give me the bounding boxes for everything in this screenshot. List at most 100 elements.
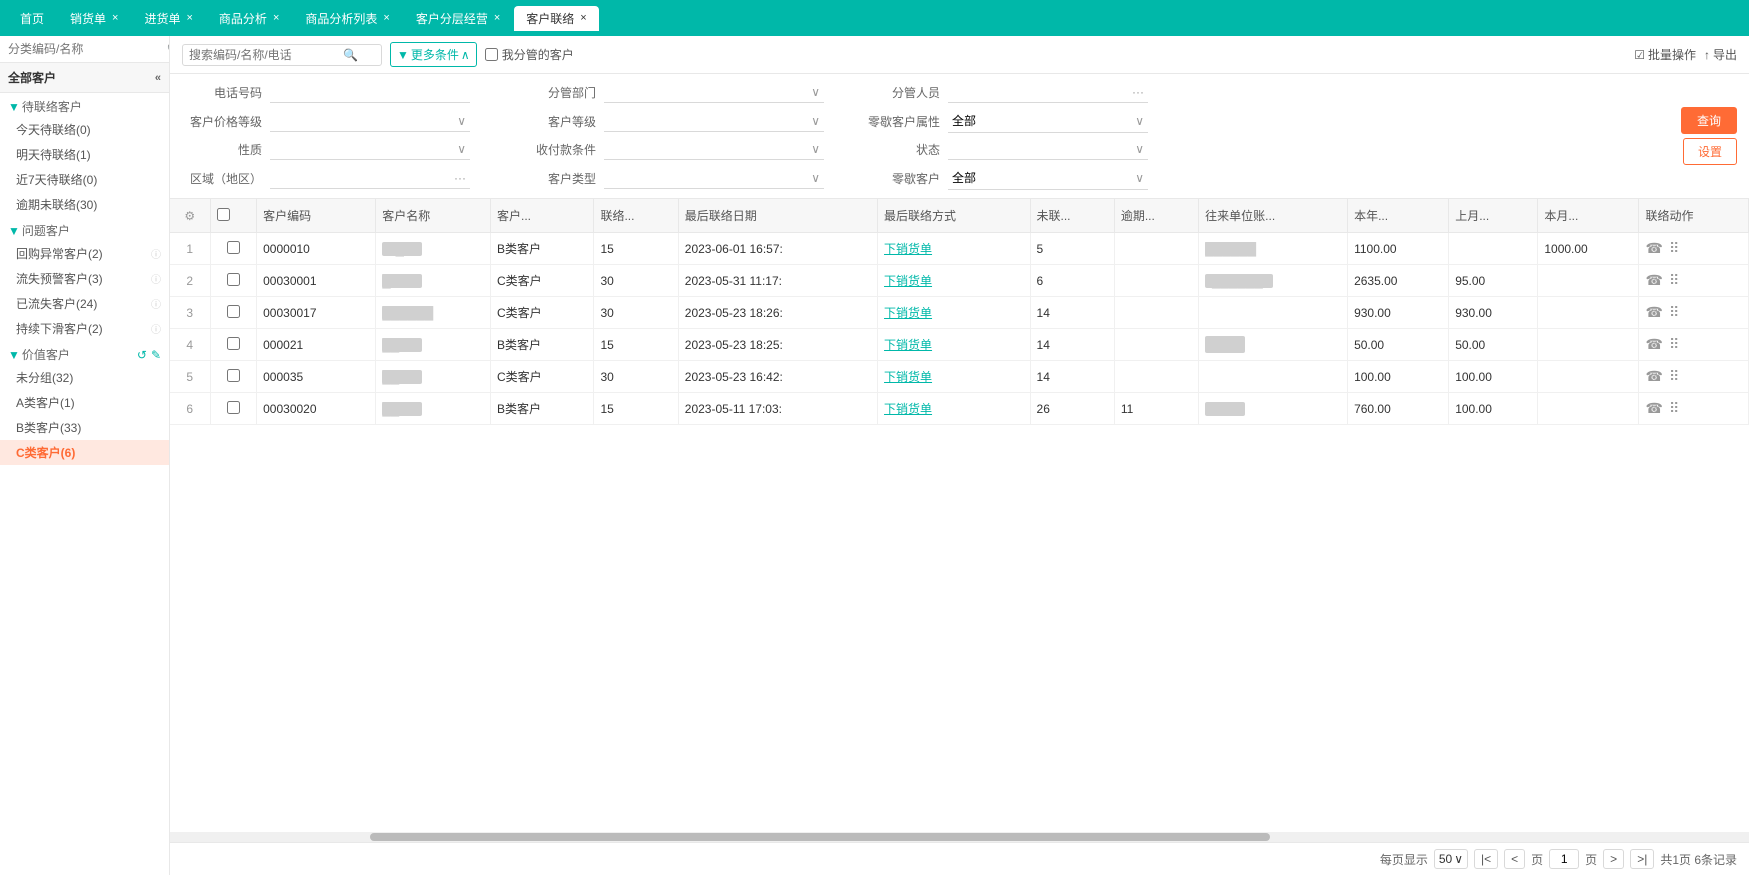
page-number-input[interactable]: [1549, 849, 1579, 869]
phone-icon[interactable]: ☎: [1645, 240, 1662, 257]
row-select-checkbox[interactable]: [227, 337, 240, 350]
sidebar-item-repurchase-abnormal[interactable]: 回购异常客户(2) ⓘ: [0, 241, 169, 266]
nav-purchase-order[interactable]: 进货单 ×: [132, 6, 204, 31]
row-last-contact-method[interactable]: 下销货单: [878, 233, 1030, 265]
row-select-checkbox[interactable]: [227, 273, 240, 286]
phone-icon[interactable]: ☎: [1645, 336, 1662, 353]
row-contact-action[interactable]: ☎ ⠿: [1639, 265, 1749, 297]
prev-page-btn[interactable]: <: [1504, 849, 1525, 869]
grid-icon[interactable]: ⠿: [1669, 240, 1679, 257]
row-checkbox[interactable]: [210, 297, 257, 329]
sidebar-item-ungrouped[interactable]: 未分组(32): [0, 365, 169, 390]
row-checkbox[interactable]: [210, 233, 257, 265]
row-last-contact-method[interactable]: 下销货单: [878, 393, 1030, 425]
row-checkbox[interactable]: [210, 361, 257, 393]
query-button[interactable]: 查询: [1681, 107, 1737, 134]
close-icon[interactable]: ×: [494, 12, 500, 24]
filter-price-level-select[interactable]: ∨: [270, 111, 470, 132]
horizontal-scrollbar[interactable]: [170, 832, 1749, 842]
nav-customer-contact[interactable]: 客户联络 ×: [514, 6, 598, 31]
row-checkbox[interactable]: [210, 265, 257, 297]
sidebar-item-churned[interactable]: 已流失客户(24) ⓘ: [0, 291, 169, 316]
row-contact-action[interactable]: ☎ ⠿: [1639, 329, 1749, 361]
grid-icon[interactable]: ⠿: [1669, 336, 1679, 353]
search-icon[interactable]: 🔍: [343, 48, 358, 62]
edit-icon[interactable]: ✎: [151, 348, 161, 362]
row-current-year: 2635.00: [1348, 265, 1449, 297]
filter-retail-select[interactable]: 全部 ∨: [948, 166, 1148, 190]
phone-icon[interactable]: ☎: [1645, 400, 1662, 417]
sidebar-item-tomorrow-contact[interactable]: 明天待联络(1): [0, 142, 169, 167]
filter-region-select[interactable]: ···: [270, 168, 470, 189]
filter-retail-attr-select[interactable]: 全部 ∨: [948, 109, 1148, 133]
row-last-contact-method[interactable]: 下销货单: [878, 265, 1030, 297]
nav-product-analysis[interactable]: 商品分析 ×: [207, 6, 291, 31]
sidebar-item-c-class[interactable]: C类客户(6): [0, 440, 169, 465]
batch-ops-btn[interactable]: ☑ 批量操作: [1634, 46, 1696, 63]
close-icon[interactable]: ×: [580, 12, 586, 24]
close-icon[interactable]: ×: [112, 12, 118, 24]
per-page-select[interactable]: 50 ∨: [1434, 849, 1468, 869]
phone-icon[interactable]: ☎: [1645, 272, 1662, 289]
table-row: 2 00030001 █ C类客户 30 2023-05-31 11:17: 下…: [170, 265, 1749, 297]
filter-payment-select[interactable]: ∨: [604, 139, 824, 160]
search-input[interactable]: [189, 48, 339, 62]
close-icon[interactable]: ×: [383, 12, 389, 24]
row-contact-action[interactable]: ☎ ⠿: [1639, 233, 1749, 265]
row-last-contact-method[interactable]: 下销货单: [878, 297, 1030, 329]
row-select-checkbox[interactable]: [227, 305, 240, 318]
sidebar-search-input[interactable]: [8, 42, 163, 56]
phone-icon[interactable]: ☎: [1645, 368, 1662, 385]
sidebar-item-b-class[interactable]: B类客户(33): [0, 415, 169, 440]
gear-settings-th[interactable]: ⚙: [170, 199, 210, 233]
more-conditions-btn[interactable]: ▼ 更多条件 ∧: [390, 42, 477, 67]
my-customers-checkbox[interactable]: [485, 48, 498, 61]
grid-icon[interactable]: ⠿: [1669, 304, 1679, 321]
phone-icon[interactable]: ☎: [1645, 304, 1662, 321]
row-current-year: 930.00: [1348, 297, 1449, 329]
set-button[interactable]: 设置: [1683, 138, 1737, 165]
filter-status-select[interactable]: ∨: [948, 139, 1148, 160]
row-contact-action[interactable]: ☎ ⠿: [1639, 361, 1749, 393]
last-page-btn[interactable]: >|: [1630, 849, 1654, 869]
row-contact-action[interactable]: ☎ ⠿: [1639, 297, 1749, 329]
filter-phone-input[interactable]: [270, 82, 470, 103]
sidebar-item-today-contact[interactable]: 今天待联络(0): [0, 117, 169, 142]
my-customers-checkbox-label[interactable]: 我分管的客户: [485, 46, 574, 63]
row-last-contact-method[interactable]: 下销货单: [878, 361, 1030, 393]
close-icon[interactable]: ×: [186, 12, 192, 24]
sidebar-item-overdue-contact[interactable]: 逾期未联络(30): [0, 192, 169, 217]
select-all-checkbox[interactable]: [217, 208, 230, 221]
first-page-btn[interactable]: |<: [1474, 849, 1498, 869]
nav-product-analysis-list[interactable]: 商品分析列表 ×: [293, 6, 401, 31]
row-select-checkbox[interactable]: [227, 241, 240, 254]
filter-manager-select[interactable]: ···: [948, 82, 1148, 103]
close-icon[interactable]: ×: [273, 12, 279, 24]
refresh-icon[interactable]: ↺: [137, 348, 147, 362]
row-contact-action[interactable]: ☎ ⠿: [1639, 393, 1749, 425]
row-checkbox[interactable]: [210, 393, 257, 425]
sidebar-item-churn-warning[interactable]: 流失预警客户(3) ⓘ: [0, 266, 169, 291]
filter-nature-select[interactable]: ∨: [270, 139, 470, 160]
filter-dept-select[interactable]: ∨: [604, 82, 824, 103]
grid-icon[interactable]: ⠿: [1669, 272, 1679, 289]
filter-cust-level-select[interactable]: ∨: [604, 111, 824, 132]
filter-cust-type-select[interactable]: ∨: [604, 168, 824, 189]
row-select-checkbox[interactable]: [227, 401, 240, 414]
grid-icon[interactable]: ⠿: [1669, 400, 1679, 417]
scrollbar-thumb[interactable]: [370, 833, 1270, 841]
row-last-contact-method[interactable]: 下销货单: [878, 329, 1030, 361]
export-btn[interactable]: ↑ 导出: [1704, 46, 1737, 63]
nav-home[interactable]: 首页: [8, 6, 56, 31]
sidebar-item-declining[interactable]: 持续下滑客户(2) ⓘ: [0, 316, 169, 341]
row-checkbox[interactable]: [210, 329, 257, 361]
nav-customer-layered[interactable]: 客户分层经营 ×: [404, 6, 512, 31]
group-pending-contact: ▼ 待联络客户: [0, 93, 169, 117]
all-customers-header[interactable]: 全部客户 «: [0, 63, 169, 93]
next-page-btn[interactable]: >: [1603, 849, 1624, 869]
grid-icon[interactable]: ⠿: [1669, 368, 1679, 385]
nav-sales-order[interactable]: 销货单 ×: [58, 6, 130, 31]
sidebar-item-7day-contact[interactable]: 近7天待联络(0): [0, 167, 169, 192]
row-select-checkbox[interactable]: [227, 369, 240, 382]
sidebar-item-a-class[interactable]: A类客户(1): [0, 390, 169, 415]
